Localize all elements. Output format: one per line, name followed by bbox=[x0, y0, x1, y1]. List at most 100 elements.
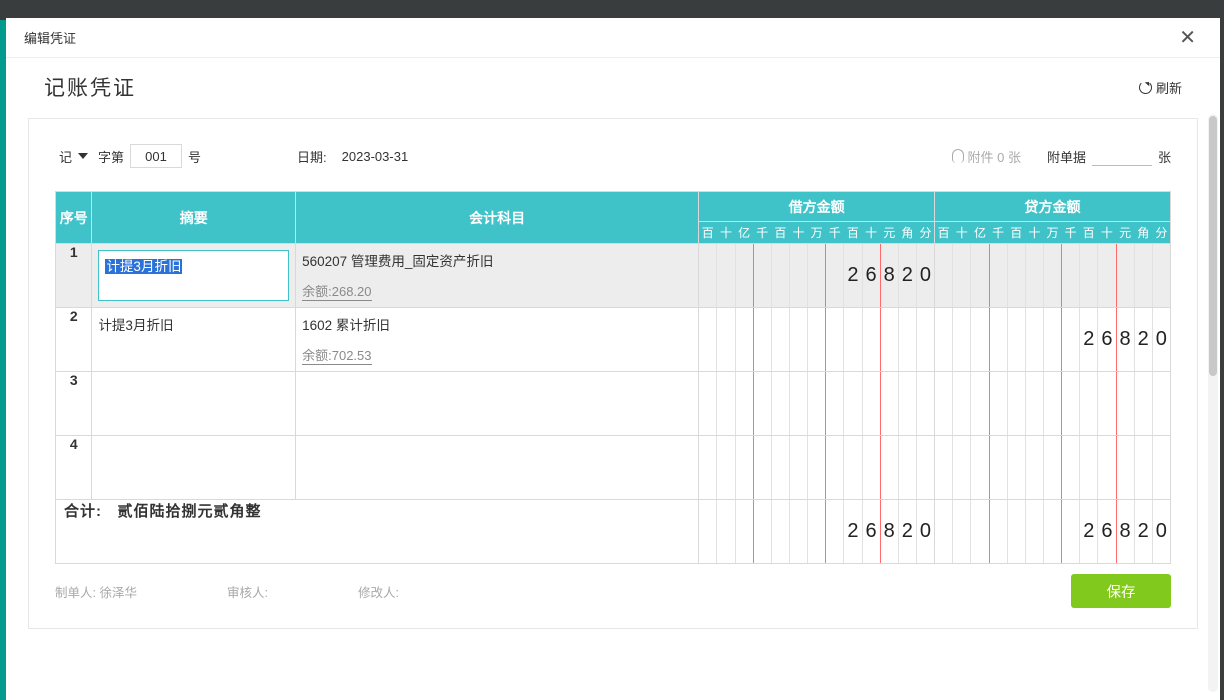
digit-cell bbox=[1044, 244, 1062, 307]
date-cluster: 日期: 2023-03-31 bbox=[297, 143, 417, 169]
digit-cell bbox=[736, 244, 754, 307]
scrollbar-thumb[interactable] bbox=[1209, 116, 1217, 376]
digit-cell bbox=[717, 308, 735, 371]
debit-amount-cell[interactable] bbox=[699, 308, 935, 372]
subject-cell[interactable]: 560207 管理费用_固定资产折旧余额:268.20 bbox=[296, 244, 699, 308]
summary-cell[interactable]: 计提3月折旧 bbox=[92, 308, 296, 372]
label-hao: 号 bbox=[188, 147, 201, 166]
digit-cell: 元 bbox=[1117, 222, 1135, 243]
voucher-type-dropdown[interactable]: 记 bbox=[55, 145, 92, 168]
row-seq: 1 bbox=[56, 244, 92, 308]
modifier-info: 修改人: bbox=[358, 582, 399, 601]
digit-cell: 千 bbox=[754, 222, 772, 243]
attachment-link[interactable]: 附件 0 张 bbox=[952, 147, 1021, 166]
digit-cell: 2 bbox=[844, 244, 862, 307]
digit-cell bbox=[990, 436, 1008, 499]
digit-cell bbox=[1098, 436, 1116, 499]
digit-cell bbox=[1080, 372, 1098, 435]
fudanju-input[interactable] bbox=[1092, 146, 1152, 166]
modal: 编辑凭证 ✕ 记账凭证 刷新 记 字第 号 bbox=[6, 18, 1220, 700]
digit-cell bbox=[1135, 436, 1153, 499]
digit-cell bbox=[717, 436, 735, 499]
digit-cell: 万 bbox=[1044, 222, 1062, 243]
subject-cell[interactable]: 1602 累计折旧余额:702.53 bbox=[296, 308, 699, 372]
digit-cell bbox=[1080, 244, 1098, 307]
credit-amount-cell[interactable] bbox=[935, 372, 1171, 436]
debit-amount-cell[interactable]: 26820 bbox=[699, 244, 935, 308]
digit-cell bbox=[953, 372, 971, 435]
digit-cell bbox=[754, 244, 772, 307]
digit-cell: 百 bbox=[699, 222, 717, 243]
digit-cell: 2 bbox=[844, 500, 862, 563]
digit-cell bbox=[1008, 500, 1026, 563]
subject-cell[interactable] bbox=[296, 372, 699, 436]
col-header-credit: 贷方金额 bbox=[935, 192, 1171, 222]
digit-cell: 千 bbox=[1062, 222, 1080, 243]
credit-amount-cell[interactable] bbox=[935, 244, 1171, 308]
modal-header: 编辑凭证 ✕ bbox=[6, 18, 1220, 58]
digit-cell bbox=[826, 244, 844, 307]
modal-body: 记账凭证 刷新 记 字第 号 日期 bbox=[6, 58, 1220, 700]
label-zhang: 张 bbox=[1158, 147, 1171, 166]
digit-cell bbox=[699, 436, 717, 499]
scrollbar[interactable] bbox=[1208, 114, 1218, 692]
digit-cell bbox=[1062, 244, 1080, 307]
table-row[interactable]: 4 bbox=[56, 436, 1171, 500]
subject-cell[interactable] bbox=[296, 436, 699, 500]
digit-cell bbox=[935, 372, 953, 435]
summary-input[interactable]: 计提3月折旧 bbox=[98, 250, 289, 301]
digit-cell bbox=[1098, 372, 1116, 435]
summary-cell[interactable] bbox=[92, 436, 296, 500]
digit-cell bbox=[844, 436, 862, 499]
digit-cell: 0 bbox=[1153, 308, 1170, 371]
digit-cell bbox=[790, 500, 808, 563]
digit-cell bbox=[826, 500, 844, 563]
total-cell: 合计: 贰佰陆拾捌元贰角整 bbox=[56, 500, 699, 564]
digit-cell bbox=[844, 308, 862, 371]
summary-cell[interactable] bbox=[92, 372, 296, 436]
row-seq: 3 bbox=[56, 372, 92, 436]
digit-cell bbox=[990, 500, 1008, 563]
digit-cell: 分 bbox=[1153, 222, 1170, 243]
credit-amount-cell[interactable] bbox=[935, 436, 1171, 500]
balance-text: 余额:268.20 bbox=[302, 281, 371, 301]
col-header-debit: 借方金额 bbox=[699, 192, 935, 222]
digit-cell: 8 bbox=[881, 244, 899, 307]
total-credit: 26820 bbox=[935, 500, 1171, 564]
digit-cell bbox=[808, 308, 826, 371]
digit-cell: 角 bbox=[1135, 222, 1153, 243]
close-icon[interactable]: ✕ bbox=[1173, 22, 1202, 54]
digit-cell bbox=[1153, 244, 1170, 307]
digit-cell bbox=[1026, 372, 1044, 435]
digit-cell bbox=[1062, 372, 1080, 435]
digit-cell bbox=[971, 308, 989, 371]
voucher-date-input[interactable]: 2023-03-31 bbox=[333, 143, 418, 169]
digit-cell: 2 bbox=[1080, 308, 1098, 371]
credit-amount-cell[interactable]: 26820 bbox=[935, 308, 1171, 372]
debit-amount-cell[interactable] bbox=[699, 436, 935, 500]
refresh-button[interactable]: 刷新 bbox=[1139, 78, 1182, 97]
digit-cell bbox=[1026, 308, 1044, 371]
digit-cell: 百 bbox=[935, 222, 953, 243]
digit-cell bbox=[971, 244, 989, 307]
signature-row: 制单人: 徐泽华 审核人: 修改人: 保存 bbox=[55, 574, 1171, 608]
table-row[interactable]: 3 bbox=[56, 372, 1171, 436]
digit-cell bbox=[754, 372, 772, 435]
page-topbar: 记账凭证 刷新 bbox=[28, 72, 1198, 102]
digit-cell bbox=[1098, 244, 1116, 307]
save-button[interactable]: 保存 bbox=[1071, 574, 1171, 608]
digit-cell: 6 bbox=[1098, 308, 1116, 371]
summary-cell[interactable]: 计提3月折旧 bbox=[92, 244, 296, 308]
debit-amount-cell[interactable] bbox=[699, 372, 935, 436]
digit-cell bbox=[1008, 308, 1026, 371]
digit-cell bbox=[736, 436, 754, 499]
digit-cell bbox=[736, 372, 754, 435]
table-row[interactable]: 1计提3月折旧560207 管理费用_固定资产折旧余额:268.2026820 bbox=[56, 244, 1171, 308]
digit-cell bbox=[971, 500, 989, 563]
digit-cell bbox=[790, 308, 808, 371]
voucher-number-input[interactable] bbox=[130, 144, 182, 168]
credit-digit-headers: 百十亿千百十万千百十元角分 bbox=[935, 222, 1171, 244]
digit-cell bbox=[917, 372, 934, 435]
author-info: 制单人: 徐泽华 bbox=[55, 582, 137, 601]
table-row[interactable]: 2 计提3月折旧1602 累计折旧余额:702.53 26820 bbox=[56, 308, 1171, 372]
